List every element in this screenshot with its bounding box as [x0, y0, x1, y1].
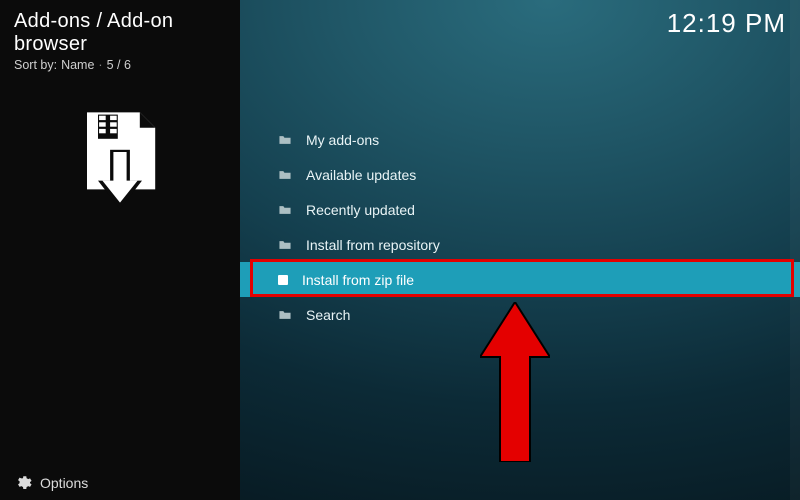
gear-icon: [14, 474, 32, 492]
list-item-install-from-zip[interactable]: Install from zip file: [240, 262, 800, 297]
folder-icon: [278, 170, 292, 180]
sort-separator: ·: [98, 58, 102, 72]
list-item-label: Install from zip file: [302, 272, 414, 288]
list-item-label: Available updates: [306, 167, 416, 183]
folder-icon: [278, 135, 292, 145]
scrollbar[interactable]: [790, 0, 800, 500]
options-button[interactable]: Options: [14, 474, 226, 492]
list-item-label: Search: [306, 307, 350, 323]
folder-icon: [278, 310, 292, 320]
list-item-label: Recently updated: [306, 202, 415, 218]
list-item-label: Install from repository: [306, 237, 440, 253]
clock: 12:19 PM: [667, 8, 786, 39]
addon-browser-list: My add-ons Available updates Recently up…: [240, 122, 800, 332]
sort-info: Sort by: Name · 5 / 6: [14, 58, 226, 72]
sort-field: Name: [61, 58, 94, 72]
folder-icon: [278, 205, 292, 215]
zip-download-hero-icon: [65, 108, 175, 223]
list-item-search[interactable]: Search: [240, 297, 800, 332]
list-position: 5 / 6: [107, 58, 131, 72]
list-item-available-updates[interactable]: Available updates: [240, 157, 800, 192]
app-root: Add-ons / Add-on browser Sort by: Name ·…: [0, 0, 800, 500]
breadcrumb: Add-ons / Add-on browser: [14, 10, 226, 56]
sort-prefix: Sort by:: [14, 58, 57, 72]
list-item-install-from-repository[interactable]: Install from repository: [240, 227, 800, 262]
main-panel: 12:19 PM My add-ons Available updates Re…: [240, 0, 800, 500]
options-label: Options: [40, 475, 88, 491]
list-item-my-addons[interactable]: My add-ons: [240, 122, 800, 157]
list-item-recently-updated[interactable]: Recently updated: [240, 192, 800, 227]
sidebar: Add-ons / Add-on browser Sort by: Name ·…: [0, 0, 240, 500]
zip-file-icon: [278, 275, 288, 285]
list-item-label: My add-ons: [306, 132, 379, 148]
folder-icon: [278, 240, 292, 250]
